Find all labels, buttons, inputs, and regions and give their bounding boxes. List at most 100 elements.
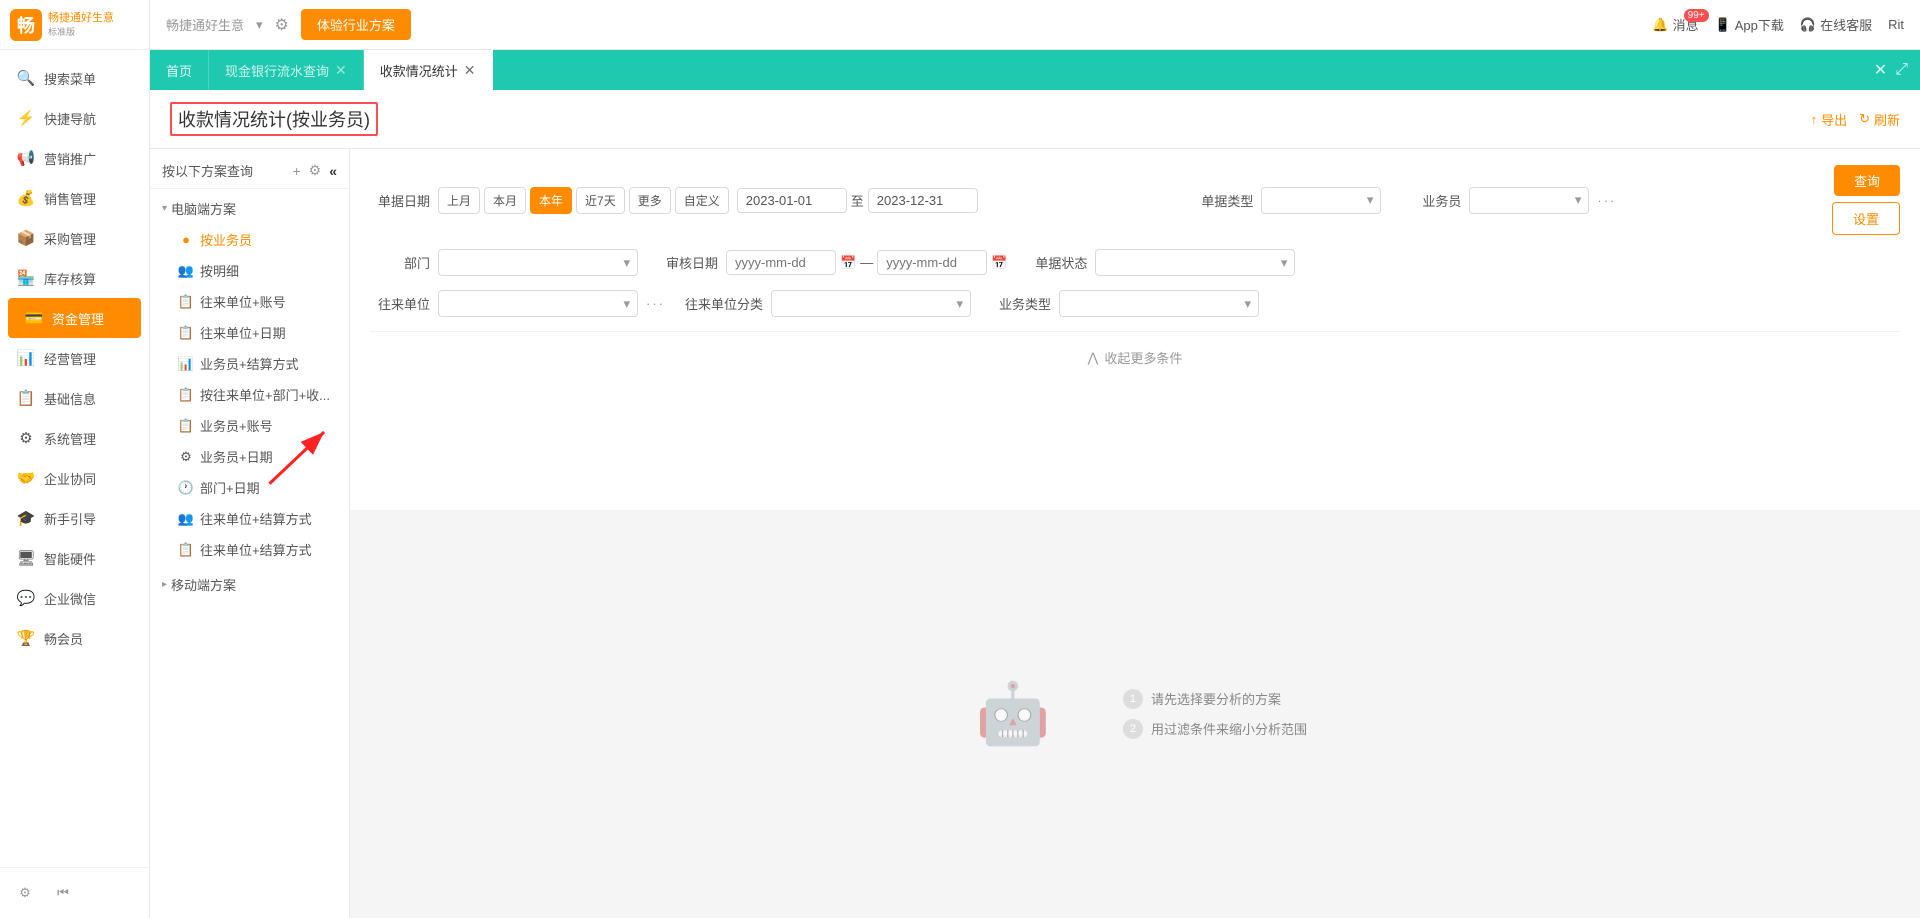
online-service-btn[interactable]: 🎧 在线客服 (1800, 15, 1872, 34)
sidebar-item-shortcut[interactable]: ⚡ 快捷导航 (0, 98, 149, 138)
user-name: Rit (1888, 17, 1904, 32)
scheme-item-detail[interactable]: 👥 按明细 (150, 255, 349, 286)
app-download-btn[interactable]: 📱 App下载 (1715, 15, 1784, 34)
enterprise-icon: 🤝 (16, 468, 36, 488)
member-icon: 🏆 (16, 628, 36, 648)
doc-status-select[interactable] (1095, 249, 1295, 276)
scheme-item-dept-date[interactable]: 🕐 部门+日期 (150, 472, 349, 503)
topbar-dropdown-icon[interactable]: ▾ (256, 17, 263, 33)
counterpart-more-icon[interactable]: ··· (646, 296, 665, 311)
calendar-start-icon[interactable]: 📅 (840, 255, 856, 271)
scheme-item-icon-cdept: 📋 (178, 387, 194, 403)
sidebar-item-purchase[interactable]: 📦 采购管理 (0, 218, 149, 258)
sales-icon: 💰 (16, 188, 36, 208)
counterpart-category-label: 往来单位分类 (685, 294, 763, 313)
calendar-end-icon[interactable]: 📅 (991, 255, 1007, 271)
scheme-add-icon[interactable]: + (292, 163, 300, 179)
tabbar-close-icon[interactable]: ✕ (1874, 60, 1887, 80)
collapse-arrow-icon: ▸ (162, 579, 167, 590)
scheme-item-salesperson-account[interactable]: 📋 业务员+账号 (150, 410, 349, 441)
sidebar-item-guide[interactable]: 🎓 新手引导 (0, 498, 149, 538)
scheme-item-counterpart-date[interactable]: 📋 往来单位+日期 (150, 317, 349, 348)
date-start-input[interactable] (737, 188, 847, 213)
logo-badge: 标准版 (48, 25, 114, 38)
empty-step-2: 2 用过滤条件来缩小分析范围 (1123, 719, 1307, 739)
scheme-item-icon-cs2: 📋 (178, 542, 194, 558)
sidebar-item-member[interactable]: 🏆 畅会员 (0, 618, 149, 658)
tab-home[interactable]: 首页 (150, 50, 209, 90)
tab-bank[interactable]: 现金银行流水查询 ✕ (209, 50, 364, 90)
collapse-btn[interactable]: ⋀ 收起更多条件 (370, 340, 1900, 375)
counterpart-select[interactable] (438, 290, 638, 317)
notification-btn[interactable]: 🔔 消息 99+ (1652, 15, 1698, 34)
doctype-select[interactable] (1261, 187, 1381, 214)
tab-collection-close[interactable]: ✕ (464, 63, 476, 77)
action-buttons: 查询 设置 (1832, 165, 1900, 235)
date-btn-last7[interactable]: 近7天 (576, 187, 625, 214)
salesperson-select-wrapper (1469, 187, 1589, 214)
export-btn[interactable]: ↑ 导出 (1811, 110, 1848, 129)
date-btn-this-month[interactable]: 本月 (484, 187, 526, 214)
scheme-item-icon-ss: 📊 (178, 356, 194, 372)
sidebar-item-sales[interactable]: 💰 销售管理 (0, 178, 149, 218)
scheme-item-counterpart-dept[interactable]: 📋 按往来单位+部门+收... (150, 379, 349, 410)
sidebar-settings-btn[interactable]: ⚙ (10, 878, 40, 908)
scheme-item-counterpart-settle2[interactable]: 📋 往来单位+结算方式 (150, 534, 349, 565)
filter-item-doc-status: 单据状态 (1027, 249, 1295, 276)
step2-num: 2 (1123, 719, 1143, 739)
sidebar-item-basic[interactable]: 📋 基础信息 (0, 378, 149, 418)
sidebar-item-inventory[interactable]: 🏪 库存核算 (0, 258, 149, 298)
refresh-btn[interactable]: ↻ 刷新 (1859, 110, 1900, 129)
topbar-gear-icon[interactable]: ⚙ (275, 15, 289, 35)
dept-select[interactable] (438, 249, 638, 276)
logo-text: 畅捷通好生意 (48, 11, 114, 25)
date-btn-custom[interactable]: 自定义 (675, 187, 729, 214)
date-btn-more[interactable]: 更多 (629, 187, 671, 214)
scheme-item-salesperson[interactable]: ● 按业务员 (150, 224, 349, 255)
scheme-item-salesperson-date[interactable]: ⚙ 业务员+日期 (150, 441, 349, 472)
salesperson-select[interactable] (1469, 187, 1589, 214)
biz-type-label: 业务类型 (991, 294, 1051, 313)
scheme-header: 按以下方案查询 + ⚙ « (150, 161, 349, 189)
scheme-group-desktop-title[interactable]: ▾ 电脑端方案 (150, 193, 349, 224)
sidebar-item-finance[interactable]: 💳 资金管理 (8, 298, 141, 338)
wechat-icon: 💬 (16, 588, 36, 608)
salesperson-more-icon[interactable]: ··· (1597, 193, 1616, 208)
sidebar-item-enterprise[interactable]: 🤝 企业协同 (0, 458, 149, 498)
scheme-settings-icon[interactable]: ⚙ (309, 162, 322, 179)
date-end-input[interactable] (868, 188, 978, 213)
date-btn-this-year[interactable]: 本年 (530, 187, 572, 214)
sidebar-bottom: ⚙ ⏮ (0, 867, 149, 918)
review-date-start[interactable] (726, 250, 836, 275)
inventory-icon: 🏪 (16, 268, 36, 288)
settings-btn[interactable]: 设置 (1832, 202, 1900, 235)
sidebar-item-hardware[interactable]: 🖥 智能硬件 (0, 538, 149, 578)
review-date-end[interactable] (877, 250, 987, 275)
date-input-range: 至 (737, 188, 978, 213)
sidebar-item-system[interactable]: ⚙ 系统管理 (0, 418, 149, 458)
counterpart-category-select[interactable] (771, 290, 971, 317)
headset-icon: 🎧 (1800, 17, 1816, 33)
date-btn-last-month[interactable]: 上月 (438, 187, 480, 214)
scheme-group-mobile-title[interactable]: ▸ 移动端方案 (150, 569, 349, 600)
scheme-group-desktop: ▾ 电脑端方案 ● 按业务员 👥 按明细 📋 往来单位+账号 📋 往 (150, 193, 349, 565)
tab-collection[interactable]: 收款情况统计 ✕ (364, 50, 493, 90)
scheme-collapse-icon[interactable]: « (329, 163, 337, 179)
scheme-item-icon-cd: 📋 (178, 325, 194, 341)
sidebar-item-wechat[interactable]: 💬 企业微信 (0, 578, 149, 618)
sidebar-item-operation[interactable]: 📊 经营管理 (0, 338, 149, 378)
query-btn[interactable]: 查询 (1834, 165, 1900, 196)
tabbar-expand-icon[interactable]: ⤢ (1895, 61, 1908, 79)
sidebar-item-search[interactable]: 🔍 搜索菜单 (0, 58, 149, 98)
scheme-item-counterpart-account[interactable]: 📋 往来单位+账号 (150, 286, 349, 317)
scheme-item-counterpart-settle1[interactable]: 👥 往来单位+结算方式 (150, 503, 349, 534)
trial-btn[interactable]: 体验行业方案 (301, 9, 411, 40)
sidebar-collapse-btn[interactable]: ⏮ (48, 878, 78, 908)
scheme-item-salesperson-settlement[interactable]: 📊 业务员+结算方式 (150, 348, 349, 379)
sidebar-item-marketing[interactable]: 📢 营销推广 (0, 138, 149, 178)
tab-bank-close[interactable]: ✕ (335, 63, 347, 77)
main-area: 畅捷通好生意 ▾ ⚙ 体验行业方案 🔔 消息 99+ 📱 App下载 🎧 在线客… (150, 0, 1920, 918)
doc-status-label: 单据状态 (1027, 253, 1087, 272)
biz-type-select[interactable] (1059, 290, 1259, 317)
review-date-label: 审核日期 (658, 253, 718, 272)
